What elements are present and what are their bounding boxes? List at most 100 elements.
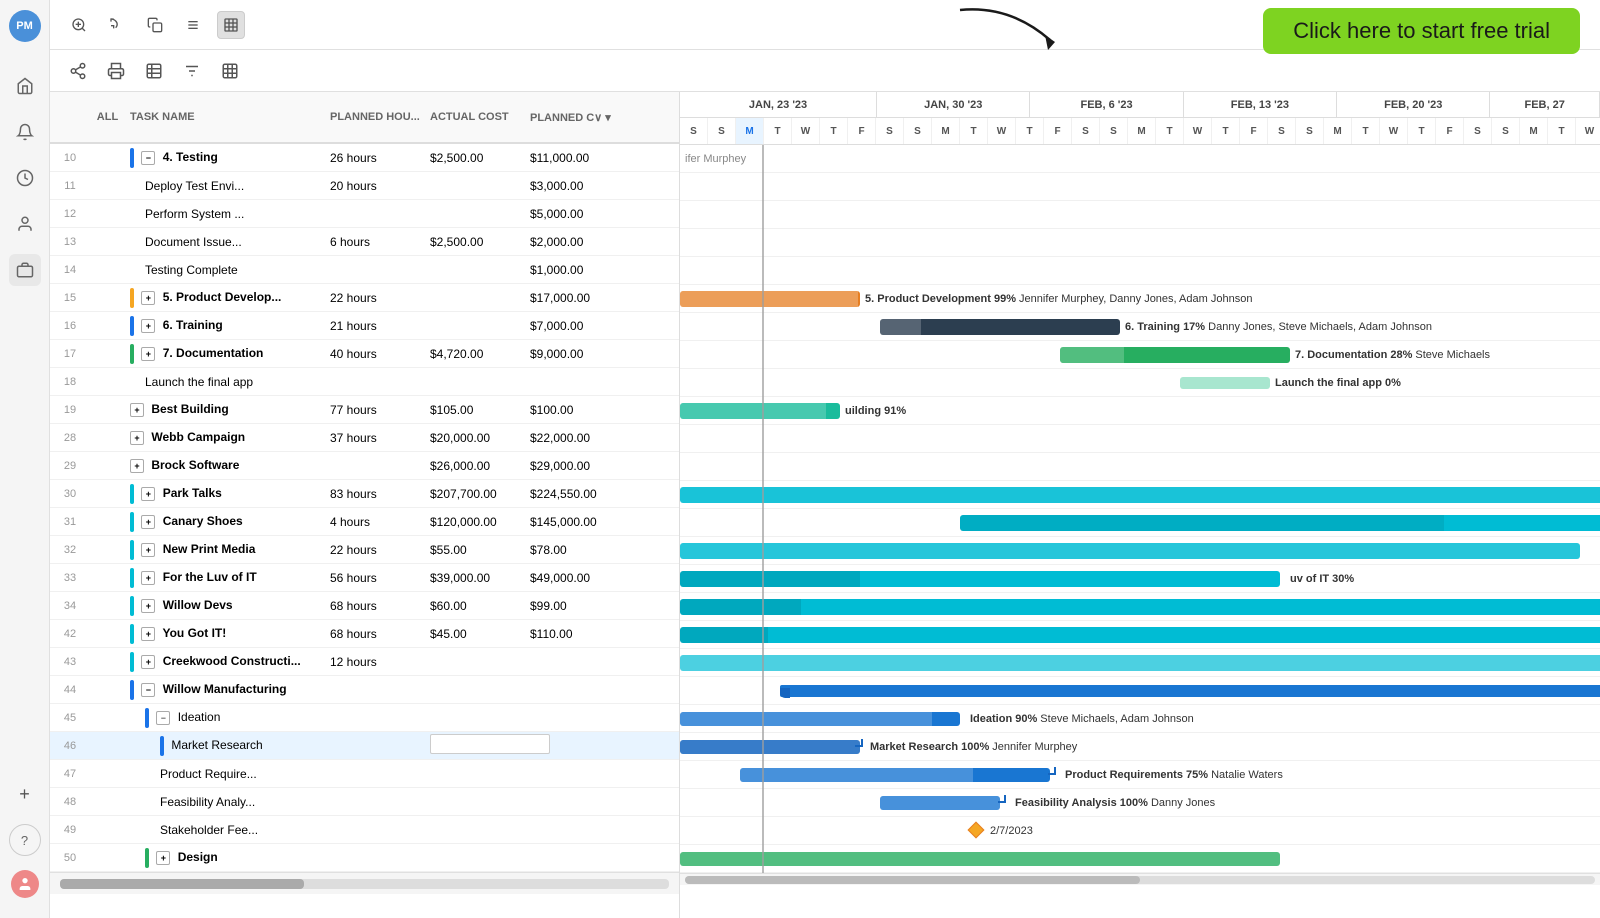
gantt-day: W [1576,118,1600,144]
view-columns[interactable] [217,58,243,84]
view-filter[interactable] [179,58,205,84]
sidebar: PM + ? [0,0,50,918]
row-expand-44[interactable]: − [141,683,155,697]
gantt-scrollbar[interactable] [680,873,1600,885]
toolbar-search[interactable] [65,11,93,39]
sidebar-home[interactable] [9,70,41,102]
gantt-bar-willow-devs [680,599,1600,615]
gantt-bar-for-luv [680,571,1280,587]
gantt-chart[interactable]: JAN, 23 '23 JAN, 30 '23 FEB, 6 '23 FEB, … [680,92,1600,918]
gantt-bar-canary-shoes [960,515,1600,531]
header-planned-cost: PLANNED C∨ ▾ [525,111,640,124]
view-toolbar [50,50,1600,92]
gantt-day: T [1212,118,1240,144]
row-expand-17[interactable]: + [141,347,155,361]
gantt-day: F [1044,118,1072,144]
view-group[interactable] [65,58,91,84]
sidebar-help[interactable]: ? [9,824,41,856]
table-row: 32 + New Print Media 22 hours $55.00 $78… [50,536,679,564]
row-expand-50[interactable]: + [156,851,170,865]
gantt-day: S [1464,118,1492,144]
main-area: Click here to start free trial [50,0,1600,918]
week-feb6: FEB, 6 '23 [1030,92,1183,117]
gantt-bar-market-research-end-marker [855,739,863,747]
header-all: ALL [90,111,125,123]
row-expand-34[interactable]: + [141,599,155,613]
gantt-day: W [1184,118,1212,144]
gantt-bar-you-got-it [680,627,1600,643]
gantt-row-12 [680,201,1600,229]
sidebar-person[interactable] [9,208,41,240]
gantt-day: F [1436,118,1464,144]
view-table[interactable] [141,58,167,84]
gantt-bar-feasibility-end-marker [998,795,1006,803]
gantt-bar-label-product-req: Product Requirements 75% Natalie Waters [1065,769,1283,781]
sidebar-add[interactable]: + [9,778,41,810]
row-expand-19[interactable]: + [130,403,144,417]
row-expand-31[interactable]: + [141,515,155,529]
gantt-day: W [988,118,1016,144]
row-expand-16[interactable]: + [141,319,155,333]
table-row: 11 Deploy Test Envi... 20 hours $3,000.0… [50,172,679,200]
gantt-day: T [764,118,792,144]
table-row: 29 + Brock Software $26,000.00 $29,000.0… [50,452,679,480]
row-expand-28[interactable]: + [130,431,144,445]
row-expand-30[interactable]: + [141,487,155,501]
row-expand-45[interactable]: − [156,711,170,725]
table-row: 31 + Canary Shoes 4 hours $120,000.00 $1… [50,508,679,536]
toolbar-gantt[interactable] [217,11,245,39]
gantt-bar-launch [1180,377,1270,389]
market-research-input[interactable] [430,734,550,754]
row-expand-32[interactable]: + [141,543,155,557]
toolbar-copy[interactable] [141,11,169,39]
table-row: 44 − Willow Manufacturing [50,676,679,704]
gantt-bar-product-req [740,768,1050,782]
gantt-day: S [1072,118,1100,144]
view-print[interactable] [103,58,129,84]
table-row: 19 + Best Building 77 hours $105.00 $100… [50,396,679,424]
gantt-row-47: Product Requirements 75% Natalie Waters [680,761,1600,789]
gantt-day: W [792,118,820,144]
gantt-row-19: uilding 91% [680,397,1600,425]
week-jan23: JAN, 23 '23 [680,92,877,117]
header-planned-hours: PLANNED HOU... [325,111,425,123]
gantt-bar-label-training: 6. Training 17% Danny Jones, Steve Micha… [1125,321,1432,333]
gantt-day: M [1324,118,1352,144]
sidebar-avatar[interactable] [11,870,39,898]
row-expand-15[interactable]: + [141,291,155,305]
table-header: ALL TASK NAME PLANNED HOU... ACTUAL COST… [50,92,679,144]
gantt-row-14 [680,257,1600,285]
table-row: 45 − Ideation [50,704,679,732]
gantt-day: M [1128,118,1156,144]
row-expand-43[interactable]: + [141,655,155,669]
cta-button[interactable]: Click here to start free trial [1263,8,1580,54]
brand-logo[interactable]: PM [9,10,41,42]
table-row: 14 Testing Complete $1,000.00 [50,256,679,284]
sidebar-clock[interactable] [9,162,41,194]
row-expand-10[interactable]: − [141,151,155,165]
table-row: 48 Feasibility Analy... [50,788,679,816]
gantt-day: S [1100,118,1128,144]
gantt-bar-label-documentation: 7. Documentation 28% Steve Michaels [1295,349,1490,361]
row-expand-33[interactable]: + [141,571,155,585]
table-row: 28 + Webb Campaign 37 hours $20,000.00 $… [50,424,679,452]
gantt-day: S [876,118,904,144]
gantt-row-15: 5. Product Development 99% Jennifer Murp… [680,285,1600,313]
gantt-row-44 [680,677,1600,705]
row-expand-29[interactable]: + [130,459,144,473]
gantt-day: S [1492,118,1520,144]
sidebar-briefcase[interactable] [9,254,41,286]
gantt-bar-willow-mfg [780,685,1600,697]
sidebar-bell[interactable] [9,116,41,148]
gantt-row-13 [680,229,1600,257]
horizontal-scrollbar[interactable] [60,879,669,889]
gantt-row-17: 7. Documentation 28% Steve Michaels [680,341,1600,369]
row-expand-42[interactable]: + [141,627,155,641]
toolbar-undo[interactable] [103,11,131,39]
gantt-day: S [680,118,708,144]
gantt-row-46: Market Research 100% Jennifer Murphey [680,733,1600,761]
table-row: 10 − 4. Testing 26 hours $2,500.00 $11,0… [50,144,679,172]
gantt-date-label: 2/7/2023 [990,825,1033,837]
table-row: 42 + You Got IT! 68 hours $45.00 $110.00 [50,620,679,648]
toolbar-link[interactable] [179,11,207,39]
